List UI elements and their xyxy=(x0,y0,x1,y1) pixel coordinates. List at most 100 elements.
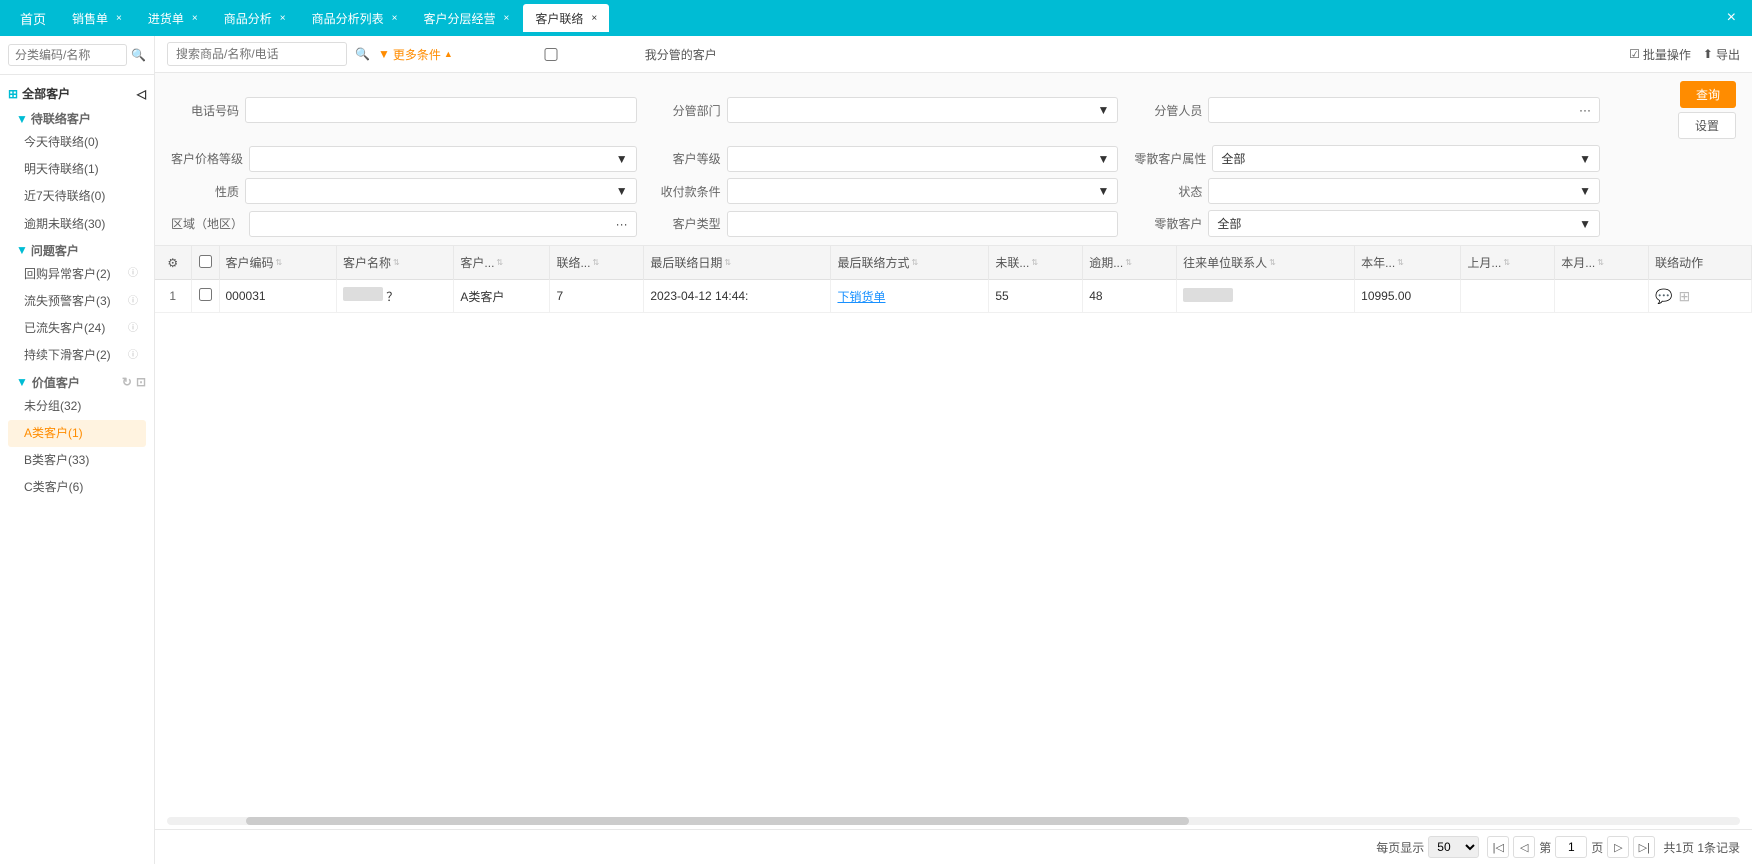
col-last-contact-date[interactable]: 最后联络日期 ⇅ xyxy=(644,246,831,280)
scrollbar-thumb[interactable] xyxy=(246,817,1190,825)
col-overdue[interactable]: 逾期... ⇅ xyxy=(1083,246,1177,280)
query-button[interactable]: 查询 xyxy=(1680,81,1736,108)
retail-attr-select[interactable]: 全部 ▼ xyxy=(1212,145,1600,172)
last-contact-method-link[interactable]: 下销货单 xyxy=(837,290,885,304)
col-this-month[interactable]: 本月... ⇅ xyxy=(1555,246,1649,280)
retail-customer-label: 零散客户 xyxy=(1134,215,1202,232)
sidebar-item-class-c[interactable]: C类客户(6) xyxy=(8,474,146,501)
chat-icon[interactable]: 💬 xyxy=(1655,288,1672,305)
customer-type-select[interactable] xyxy=(727,211,1119,237)
nav-tab-sales[interactable]: 销售单 × xyxy=(60,4,134,32)
retail-customer-arrow-icon: ▼ xyxy=(1579,217,1591,231)
nav-home[interactable]: 首页 xyxy=(8,9,58,28)
cell-contact-count: 7 xyxy=(550,280,644,313)
close-purchase-tab[interactable]: × xyxy=(192,13,198,24)
close-customer-management-tab[interactable]: × xyxy=(503,13,509,24)
filter-cell-nature: 性质 ▼ xyxy=(171,178,637,204)
col-settings[interactable]: ⚙ xyxy=(155,246,191,280)
cell-contact-action: 💬 ⊞ xyxy=(1649,280,1752,313)
cell-overdue: 48 xyxy=(1083,280,1177,313)
refresh-icon[interactable]: ↻ xyxy=(122,375,132,389)
status-select[interactable]: ▼ xyxy=(1208,178,1600,204)
dept-arrow-icon: ▼ xyxy=(1097,103,1109,117)
col-customer-name[interactable]: 客户名称 ⇅ xyxy=(336,246,453,280)
search-input[interactable] xyxy=(167,42,347,66)
my-customers-checkbox-label[interactable]: 我分管的客户 xyxy=(461,46,717,63)
export-btn[interactable]: ⬆ 导出 xyxy=(1703,46,1740,63)
page-nav: |◁ ◁ 第 页 ▷ ▷| xyxy=(1487,836,1655,858)
sidebar-group-pending: ▼ 待联络客户 xyxy=(8,106,146,129)
payment-select[interactable]: ▼ xyxy=(727,178,1119,204)
col-last-contact-method[interactable]: 最后联络方式 ⇅ xyxy=(831,246,989,280)
phone-input[interactable] xyxy=(245,97,637,123)
nature-arrow-icon: ▼ xyxy=(616,184,628,198)
sidebar-item-overdue[interactable]: 逾期未联络(30) xyxy=(8,211,146,238)
close-sales-tab[interactable]: × xyxy=(116,13,122,24)
settings-icon[interactable]: ⊡ xyxy=(136,375,146,389)
col-customer-type[interactable]: 客户... ⇅ xyxy=(454,246,550,280)
row-checkbox[interactable] xyxy=(199,288,212,301)
first-page-btn[interactable]: |◁ xyxy=(1487,836,1509,858)
sidebar-item-today[interactable]: 今天待联络(0) xyxy=(8,129,146,156)
nav-tab-analysis-list[interactable]: 商品分析列表 × xyxy=(300,4,410,32)
customer-level-label: 客户等级 xyxy=(653,150,721,167)
customer-type-label: 客户类型 xyxy=(653,215,721,232)
dept-select[interactable]: ▼ xyxy=(727,97,1119,123)
close-analysis-list-tab[interactable]: × xyxy=(392,13,398,24)
window-close-button[interactable]: × xyxy=(1719,9,1744,27)
horizontal-scrollbar[interactable] xyxy=(167,817,1740,825)
col-no-contact[interactable]: 未联... ⇅ xyxy=(989,246,1083,280)
next-page-btn[interactable]: ▷ xyxy=(1607,836,1629,858)
sidebar-item-class-b[interactable]: B类客户(33) xyxy=(8,447,146,474)
sidebar-item-7days[interactable]: 近7天待联络(0) xyxy=(8,183,146,210)
region-select[interactable]: ··· xyxy=(249,211,637,237)
col-customer-code[interactable]: 客户编码 ⇅ xyxy=(219,246,336,280)
sidebar-item-declining[interactable]: 持续下滑客户(2) ⓘ xyxy=(8,342,146,369)
nav-tab-customer-contact[interactable]: 客户联络 × xyxy=(523,4,609,32)
nav-tab-purchase[interactable]: 进货单 × xyxy=(136,4,210,32)
cell-this-month xyxy=(1555,280,1649,313)
settings-button[interactable]: 设置 xyxy=(1678,112,1736,139)
batch-op-btn[interactable]: ☑ 批量操作 xyxy=(1629,46,1691,63)
retail-customer-select[interactable]: 全部 ▼ xyxy=(1208,210,1600,237)
sidebar-item-class-a[interactable]: A类客户(1) xyxy=(8,420,146,447)
sidebar-item-churn-warning[interactable]: 流失预警客户(3) ⓘ xyxy=(8,288,146,315)
page-size-select[interactable]: 50 100 200 xyxy=(1428,836,1479,858)
filter-cell-person: 分管人员 ··· xyxy=(1134,81,1600,139)
prev-page-btn[interactable]: ◁ xyxy=(1513,836,1535,858)
sidebar-item-unclassified[interactable]: 未分组(32) xyxy=(8,393,146,420)
price-level-label: 客户价格等级 xyxy=(171,150,243,167)
page-number-input[interactable] xyxy=(1555,836,1587,858)
close-customer-contact-tab[interactable]: × xyxy=(591,13,597,24)
nav-tab-customer-management[interactable]: 客户分层经营 × xyxy=(411,4,521,32)
price-level-select[interactable]: ▼ xyxy=(249,146,637,172)
sidebar-search-area: 🔍 xyxy=(0,36,154,75)
select-all-checkbox[interactable] xyxy=(199,255,212,268)
nature-select[interactable]: ▼ xyxy=(245,178,637,204)
person-select[interactable]: ··· xyxy=(1208,97,1600,123)
nav-tab-analysis[interactable]: 商品分析 × xyxy=(212,4,298,32)
close-analysis-tab[interactable]: × xyxy=(280,13,286,24)
sidebar-item-repurchase-abnormal[interactable]: 回购异常客户(2) ⓘ xyxy=(8,261,146,288)
my-customers-checkbox[interactable] xyxy=(461,48,641,61)
sidebar-item-tomorrow[interactable]: 明天待联络(1) xyxy=(8,156,146,183)
col-this-year[interactable]: 本年... ⇅ xyxy=(1355,246,1461,280)
customer-level-select[interactable]: ▼ xyxy=(727,146,1119,172)
sidebar-all-customers[interactable]: ⊞ 全部客户 ◁ xyxy=(8,81,146,106)
col-last-month[interactable]: 上月... ⇅ xyxy=(1461,246,1555,280)
sidebar-section: ⊞ 全部客户 ◁ ▼ 待联络客户 今天待联络(0) 明天待联络(1) 近7天待联… xyxy=(0,75,154,507)
sidebar-item-churned[interactable]: 已流失客户(24) ⓘ xyxy=(8,315,146,342)
col-contact-count[interactable]: 联络... ⇅ xyxy=(550,246,644,280)
sidebar-search-icon[interactable]: 🔍 xyxy=(131,48,146,62)
sidebar-search-input[interactable] xyxy=(8,44,127,66)
collapse-icon[interactable]: ◁ xyxy=(137,87,146,101)
filter-search-icon[interactable]: 🔍 xyxy=(355,47,370,61)
qr-icon[interactable]: ⊞ xyxy=(1679,288,1691,305)
col-unit-contact[interactable]: 往来单位联系人 ⇅ xyxy=(1177,246,1355,280)
filter-cell-payment: 收付款条件 ▼ xyxy=(653,178,1119,204)
nature-label: 性质 xyxy=(171,183,239,200)
last-page-btn[interactable]: ▷| xyxy=(1633,836,1655,858)
more-conditions-btn[interactable]: ▼ 更多条件 ▲ xyxy=(378,46,453,63)
table-settings-icon[interactable]: ⚙ xyxy=(167,256,178,270)
filter-cell-dept: 分管部门 ▼ xyxy=(653,81,1119,139)
